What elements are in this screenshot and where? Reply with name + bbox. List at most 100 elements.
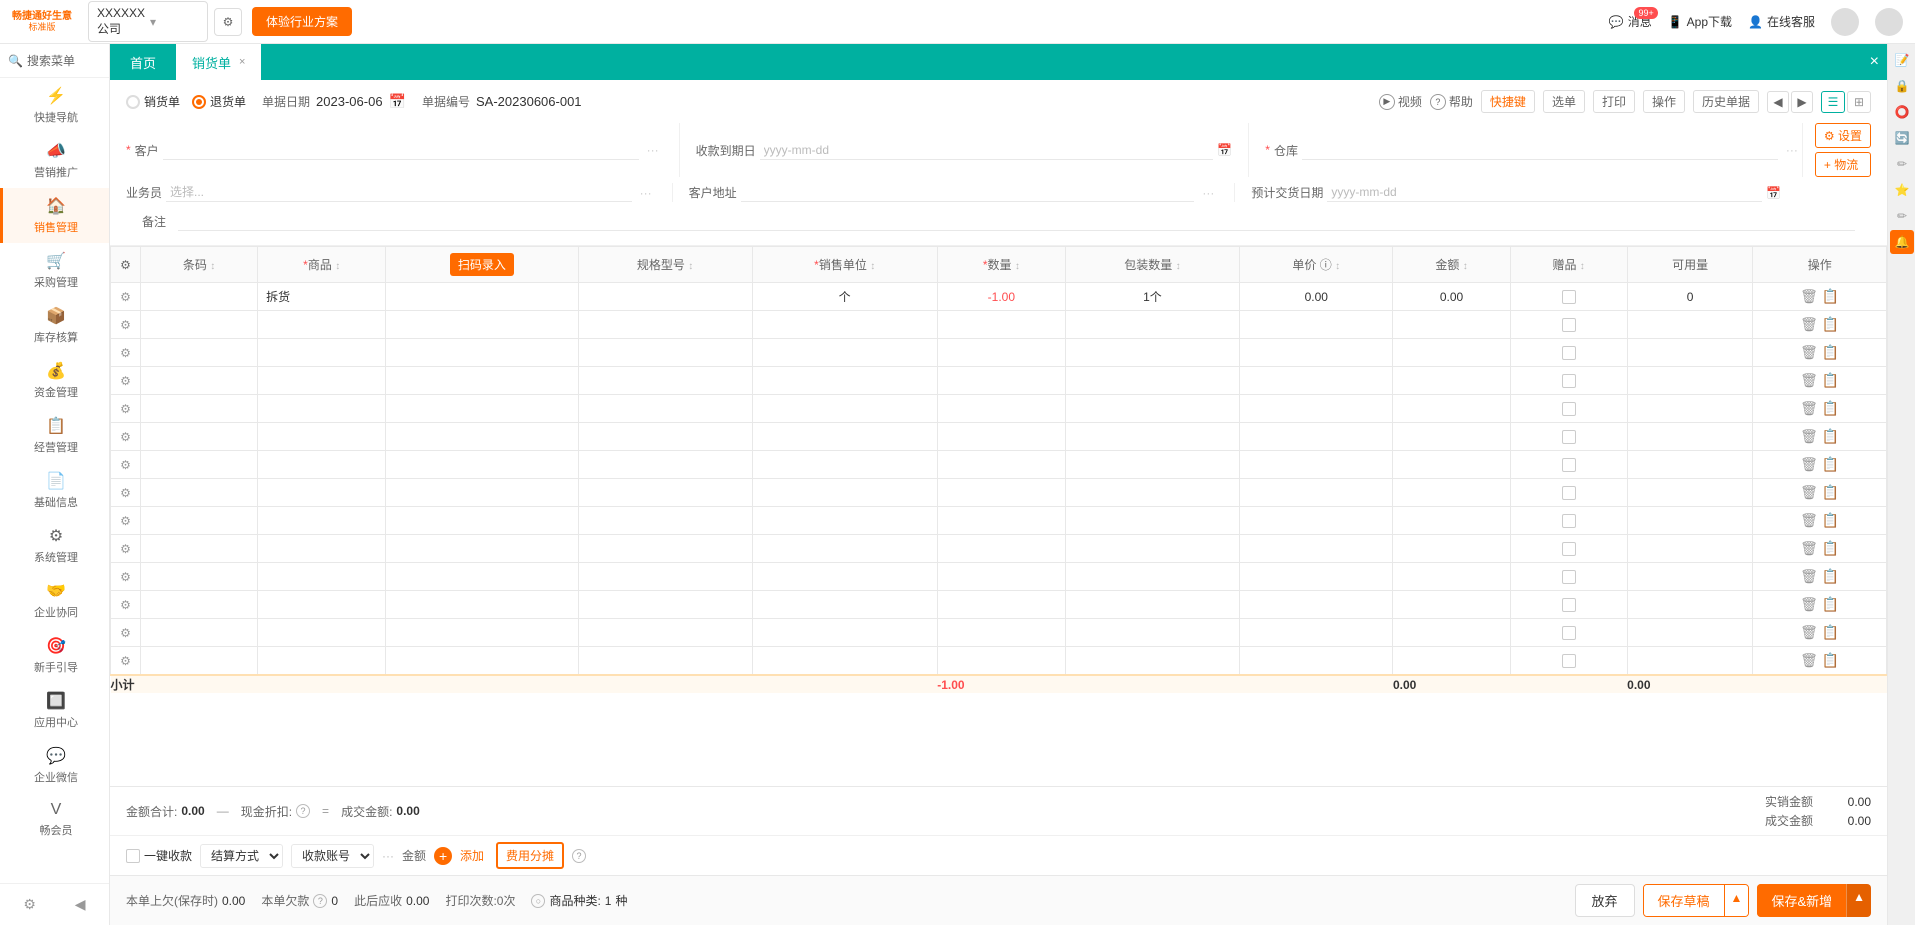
row-qty[interactable] <box>937 591 1065 619</box>
row-product[interactable] <box>258 451 386 479</box>
row-gear[interactable]: ⚙ <box>111 395 141 423</box>
row-unit-price[interactable]: 0.00 <box>1240 283 1393 311</box>
gift-checkbox[interactable] <box>1562 542 1576 556</box>
row-amount[interactable] <box>1393 563 1510 591</box>
row-qty[interactable] <box>937 563 1065 591</box>
row-unit[interactable] <box>752 591 937 619</box>
row-amount[interactable] <box>1393 535 1510 563</box>
cash-discount-info-icon[interactable]: ? <box>296 804 310 818</box>
row-product[interactable] <box>258 591 386 619</box>
row-unit[interactable] <box>752 563 937 591</box>
message-button[interactable]: 💬 消息 99+ <box>1609 13 1652 30</box>
row-gift[interactable] <box>1510 283 1627 311</box>
sidebar-item-quick-nav[interactable]: ⚡ 快捷导航 <box>0 78 109 133</box>
row-qty[interactable]: -1.00 <box>937 283 1065 311</box>
sidebar-item-basics[interactable]: 📄 基础信息 <box>0 463 109 518</box>
row-product[interactable] <box>258 507 386 535</box>
row-product[interactable] <box>258 367 386 395</box>
row-qty[interactable] <box>937 507 1065 535</box>
row-gift[interactable] <box>1510 507 1627 535</box>
row-copy-icon[interactable]: 📋 <box>1822 400 1839 417</box>
sidebar-search[interactable]: 🔍 搜索菜单 <box>0 44 109 78</box>
row-unit-price[interactable] <box>1240 423 1393 451</box>
save-new-arrow[interactable]: ▲ <box>1846 884 1871 917</box>
sidebar-item-enterprise[interactable]: 🤝 企业协同 <box>0 573 109 628</box>
row-unit-price[interactable] <box>1240 395 1393 423</box>
row-delete-icon[interactable]: 🗑 <box>1800 540 1818 557</box>
row-gift[interactable] <box>1510 423 1627 451</box>
sidebar-item-app-center[interactable]: 🔲 应用中心 <box>0 683 109 738</box>
row-product[interactable] <box>258 339 386 367</box>
row-product[interactable] <box>258 423 386 451</box>
row-copy-icon[interactable]: 📋 <box>1822 540 1839 557</box>
prev-record-button[interactable]: ◀ <box>1767 91 1789 113</box>
row-spec[interactable] <box>578 591 752 619</box>
row-pkg-qty[interactable] <box>1065 507 1239 535</box>
warehouse-input[interactable]: 建材仓 <box>1302 141 1778 160</box>
gift-checkbox[interactable] <box>1562 598 1576 612</box>
row-unit-price[interactable] <box>1240 563 1393 591</box>
row-unit-price[interactable] <box>1240 339 1393 367</box>
print-button[interactable]: 打印 <box>1593 90 1635 113</box>
row-unit-price[interactable] <box>1240 479 1393 507</box>
row-amount[interactable] <box>1393 367 1510 395</box>
right-btn-orange[interactable]: 🔔 <box>1890 230 1914 254</box>
gift-checkbox[interactable] <box>1562 402 1576 416</box>
row-qty[interactable] <box>937 451 1065 479</box>
sidebar-bottom-settings[interactable]: ⚙ <box>17 890 42 919</box>
select-button[interactable]: 选单 <box>1543 90 1585 113</box>
row-delete-icon[interactable]: 🗑 <box>1800 652 1818 669</box>
row-amount[interactable] <box>1393 647 1510 676</box>
row-delete-icon[interactable]: 🗑 <box>1800 484 1818 501</box>
row-barcode[interactable] <box>141 423 258 451</box>
row-barcode[interactable] <box>141 451 258 479</box>
right-btn-notes[interactable]: 📝 <box>1890 48 1914 72</box>
gift-checkbox[interactable] <box>1562 570 1576 584</box>
abandon-button[interactable]: 放弃 <box>1575 884 1635 917</box>
row-unit[interactable] <box>752 367 937 395</box>
row-unit-price[interactable] <box>1240 619 1393 647</box>
warehouse-dots[interactable]: ··· <box>1782 143 1802 157</box>
notes-input[interactable] <box>178 212 1855 231</box>
sidebar-item-member[interactable]: V 畅会员 <box>0 793 109 846</box>
row-unit-price[interactable] <box>1240 507 1393 535</box>
row-barcode[interactable] <box>141 591 258 619</box>
tab-bar-close-icon[interactable]: × <box>1870 53 1879 70</box>
row-barcode[interactable] <box>141 395 258 423</box>
row-pkg-qty[interactable] <box>1065 591 1239 619</box>
row-spec[interactable] <box>578 423 752 451</box>
row-unit[interactable]: 个 <box>752 283 937 311</box>
row-spec[interactable] <box>578 339 752 367</box>
row-pkg-qty[interactable] <box>1065 311 1239 339</box>
row-barcode[interactable] <box>141 507 258 535</box>
row-gear[interactable]: ⚙ <box>111 451 141 479</box>
row-product[interactable] <box>258 535 386 563</box>
row-unit[interactable] <box>752 507 937 535</box>
row-copy-icon[interactable]: 📋 <box>1822 596 1839 613</box>
row-copy-icon[interactable]: 📋 <box>1822 428 1839 445</box>
row-qty[interactable] <box>937 339 1065 367</box>
row-gear[interactable]: ⚙ <box>111 367 141 395</box>
row-amount[interactable] <box>1393 395 1510 423</box>
row-product[interactable] <box>258 619 386 647</box>
due-date-calendar-icon[interactable]: 📅 <box>1217 143 1232 157</box>
row-amount[interactable] <box>1393 423 1510 451</box>
row-product[interactable] <box>258 311 386 339</box>
row-qty[interactable] <box>937 423 1065 451</box>
sidebar-item-wechat[interactable]: 💬 企业微信 <box>0 738 109 793</box>
sidebar-item-sales[interactable]: 🏠 销售管理 <box>0 188 109 243</box>
row-product[interactable] <box>258 647 386 676</box>
sidebar-item-operations[interactable]: 📋 经营管理 <box>0 408 109 463</box>
list-view-button[interactable]: ☰ <box>1821 91 1845 113</box>
row-copy-icon[interactable]: 📋 <box>1822 316 1839 333</box>
row-amount[interactable] <box>1393 311 1510 339</box>
gift-checkbox[interactable] <box>1562 318 1576 332</box>
debt-info-icon[interactable]: ? <box>313 894 327 908</box>
row-qty[interactable] <box>937 367 1065 395</box>
row-delete-icon[interactable]: 🗑 <box>1800 316 1818 333</box>
row-gear[interactable]: ⚙ <box>111 283 141 311</box>
customer-input[interactable] <box>163 141 639 160</box>
row-gift[interactable] <box>1510 591 1627 619</box>
row-gear[interactable]: ⚙ <box>111 647 141 676</box>
sidebar-item-marketing[interactable]: 📣 营销推广 <box>0 133 109 188</box>
